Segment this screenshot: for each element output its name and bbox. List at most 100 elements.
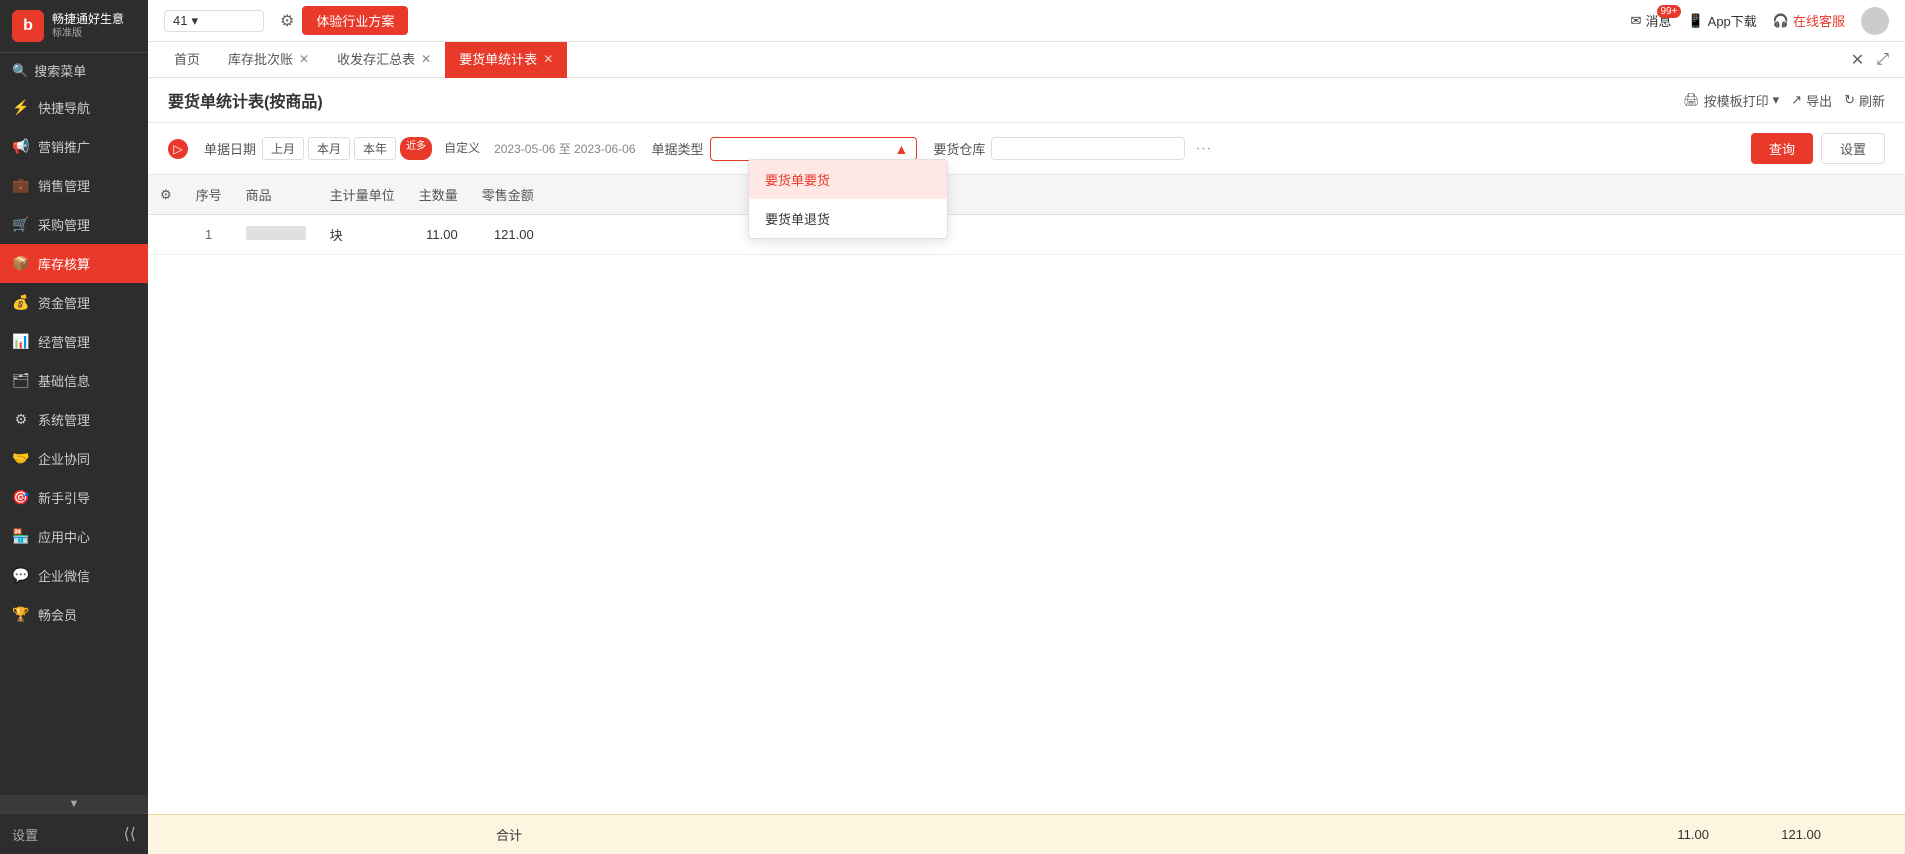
printer-icon: 🖨	[1683, 92, 1700, 108]
settings-button[interactable]: 设置	[12, 825, 38, 844]
message-badge: 99+	[1657, 5, 1682, 18]
table-header-row: ⚙ 序号 商品 主计量单位 主数量 零售金额	[148, 175, 1905, 215]
tab-order[interactable]: 要货单统计表 ✕	[445, 42, 567, 78]
sidebar-scroll-down[interactable]: ▼	[0, 795, 148, 813]
export-icon: ↗	[1791, 92, 1802, 108]
refresh-icon: ↻	[1844, 92, 1855, 108]
search-icon: 🔍	[12, 63, 28, 79]
phone-icon: 📱	[1687, 13, 1703, 29]
refresh-button[interactable]: ↻ 刷新	[1844, 91, 1885, 110]
sidebar-item-marketing[interactable]: 📢 营销推广	[0, 127, 148, 166]
sidebar: b 畅捷通好生意 标准版 🔍 搜索菜单 ⚡ 快捷导航 📢 营销推广 💼 销售管理…	[0, 0, 148, 854]
filter-last-month-btn[interactable]: 上月	[262, 137, 304, 160]
table-container: ⚙ 序号 商品 主计量单位 主数量 零售金额 1	[148, 175, 1905, 814]
filter-bar: ▷ 单据日期 上月 本月 本年 近多 自定义 2023-05-06 至 2023…	[148, 123, 1905, 175]
filter-warehouse-group: 要货仓库 ···	[933, 137, 1211, 160]
dropdown-item-return[interactable]: 要货单退货	[749, 199, 947, 238]
filter-warehouse-input[interactable]	[991, 137, 1185, 160]
tab-expand-button[interactable]: ⤢	[1872, 51, 1893, 69]
sidebar-item-guide[interactable]: 🎯 新手引导	[0, 478, 148, 517]
app-logo: b	[12, 10, 44, 42]
sidebar-collapse-button[interactable]: ⟨⟨	[124, 824, 136, 844]
main-area: 41 ▾ ⚙ 体验行业方案 ✉ 消息 99+ 📱 App下载 🎧 在线客服	[148, 0, 1905, 854]
chevron-down-icon-print: ▾	[1773, 92, 1780, 108]
sidebar-item-operations[interactable]: 📊 经营管理	[0, 322, 148, 361]
sidebar-item-appstore[interactable]: 🏪 应用中心	[0, 517, 148, 556]
tab-batch[interactable]: 库存批次账 ✕	[214, 42, 323, 78]
filter-more-icon[interactable]: ···	[1195, 140, 1211, 158]
member-icon: 🏆	[12, 606, 30, 624]
filter-date-buttons: 上月 本月 本年 近多 自定义	[262, 137, 488, 160]
filter-type-input-wrap[interactable]: ▲	[710, 137, 918, 161]
print-button[interactable]: 🖨 按模板打印 ▾	[1683, 91, 1779, 110]
query-button[interactable]: 查询	[1751, 133, 1813, 164]
filter-type-group: 单据类型 ▲	[652, 137, 918, 161]
filter-expand-button[interactable]: ▷	[168, 139, 188, 159]
td-product	[234, 215, 318, 255]
tab-close-all-button[interactable]: ✕	[1847, 50, 1868, 70]
sidebar-item-shortcuts[interactable]: ⚡ 快捷导航	[0, 88, 148, 127]
sidebar-item-collab[interactable]: 🤝 企业协同	[0, 439, 148, 478]
td-amount: 121.00	[470, 215, 546, 255]
tab-close-batch[interactable]: ✕	[299, 52, 309, 66]
purchase-icon: 🛒	[12, 216, 30, 234]
settings-filter-button[interactable]: 设置	[1821, 133, 1885, 164]
message-icon: ✉	[1631, 13, 1642, 29]
topbar-left: 41 ▾ ⚙ 体验行业方案	[164, 6, 1619, 35]
th-amount: 零售金额	[470, 175, 546, 215]
sidebar-item-member[interactable]: 🏆 畅会员	[0, 595, 148, 634]
export-button[interactable]: ↗ 导出	[1791, 91, 1832, 110]
page-header: 要货单统计表(按商品) 🖨 按模板打印 ▾ ↗ 导出 ↻ 刷新	[148, 78, 1905, 123]
data-table: ⚙ 序号 商品 主计量单位 主数量 零售金额 1	[148, 175, 1905, 255]
tabbar: 首页 库存批次账 ✕ 收发存汇总表 ✕ 要货单统计表 ✕ ✕ ⤢	[148, 42, 1905, 78]
guide-icon: 🎯	[12, 489, 30, 507]
trial-button[interactable]: 体验行业方案	[302, 6, 408, 35]
filter-custom-btn[interactable]: 自定义	[436, 137, 488, 160]
chevron-down-icon: ▾	[191, 13, 198, 29]
app-download-button[interactable]: 📱 App下载	[1687, 11, 1756, 30]
filter-this-month-btn[interactable]: 本月	[308, 137, 350, 160]
tab-close-order[interactable]: ✕	[543, 52, 553, 66]
tab-home[interactable]: 首页	[160, 42, 214, 78]
td-unit: 块	[318, 215, 407, 255]
sidebar-item-basic[interactable]: 🗂 基础信息	[0, 361, 148, 400]
basic-icon: 🗂	[12, 372, 30, 390]
dropdown-menu: 要货单要货 要货单退货	[748, 159, 948, 239]
th-settings[interactable]: ⚙	[148, 175, 184, 215]
topbar-gear-icon[interactable]: ⚙	[280, 11, 294, 31]
sidebar-item-system[interactable]: ⚙ 系统管理	[0, 400, 148, 439]
sidebar-header: b 畅捷通好生意 标准版	[0, 0, 148, 53]
sidebar-item-inventory[interactable]: 📦 库存核算	[0, 244, 148, 283]
finance-icon: 💰	[12, 294, 30, 312]
th-idx: 序号	[184, 175, 234, 215]
product-placeholder	[246, 226, 306, 240]
content-area: 要货单统计表(按商品) 🖨 按模板打印 ▾ ↗ 导出 ↻ 刷新 ▷	[148, 78, 1905, 854]
chevron-up-icon[interactable]: ▲	[895, 141, 909, 157]
th-product: 商品	[234, 175, 318, 215]
dropdown-item-order[interactable]: 要货单要货	[749, 160, 947, 199]
sidebar-item-wechat[interactable]: 💬 企业微信	[0, 556, 148, 595]
filter-type-input[interactable]	[719, 141, 895, 156]
user-avatar[interactable]	[1861, 7, 1889, 35]
sidebar-search[interactable]: 🔍 搜索菜单	[0, 53, 148, 88]
th-unit: 主计量单位	[318, 175, 407, 215]
tab-summary[interactable]: 收发存汇总表 ✕	[323, 42, 445, 78]
tab-close-summary[interactable]: ✕	[421, 52, 431, 66]
sidebar-item-sales[interactable]: 💼 销售管理	[0, 166, 148, 205]
footer-amount: 121.00	[1781, 827, 1861, 842]
topbar-right: ✉ 消息 99+ 📱 App下载 🎧 在线客服	[1631, 7, 1889, 35]
company-select[interactable]: 41 ▾	[164, 10, 264, 32]
sales-icon: 💼	[12, 177, 30, 195]
filter-recent-badge[interactable]: 近多	[400, 137, 432, 160]
filter-buttons: 查询 设置	[1751, 133, 1885, 164]
table-footer: 合计 11.00 121.00	[148, 814, 1905, 854]
sidebar-item-purchase[interactable]: 🛒 采购管理	[0, 205, 148, 244]
sidebar-bottom: 设置 ⟨⟨	[0, 813, 148, 854]
filter-this-year-btn[interactable]: 本年	[354, 137, 396, 160]
app-title: 畅捷通好生意 标准版	[52, 12, 124, 41]
sidebar-item-finance[interactable]: 💰 资金管理	[0, 283, 148, 322]
inventory-icon: 📦	[12, 255, 30, 273]
message-button[interactable]: ✉ 消息 99+	[1631, 11, 1672, 30]
table-row: 1 块 11.00 121.00	[148, 215, 1905, 255]
online-service-button[interactable]: 🎧 在线客服	[1773, 11, 1845, 30]
